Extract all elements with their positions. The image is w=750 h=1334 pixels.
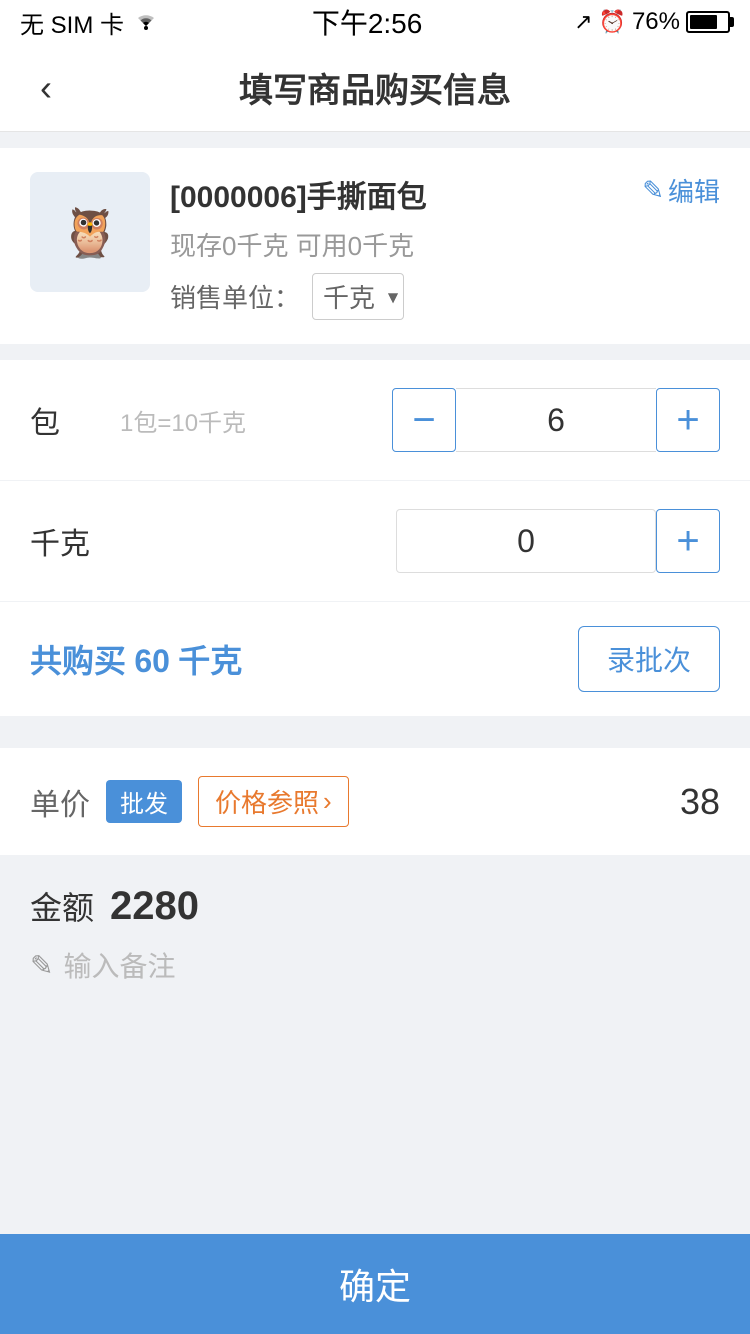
quantity-section: 包 1包=10千克 − + 千克 +: [0, 360, 750, 602]
remark-icon: ✎: [30, 949, 53, 982]
price-tag: 批发: [106, 780, 182, 823]
confirm-button[interactable]: 确定: [0, 1234, 750, 1334]
price-section: 单价 批发 价格参照 › 38: [0, 748, 750, 855]
separator-1: [0, 344, 750, 360]
price-label: 单价: [30, 780, 90, 824]
remark-row[interactable]: ✎ 输入备注: [30, 945, 720, 985]
product-stock: 现存0千克 可用0千克: [170, 226, 720, 263]
price-ref-label: 价格参照: [215, 783, 319, 820]
quantity-controls-kg: +: [396, 509, 720, 573]
quantity-row-kg: 千克 +: [0, 481, 750, 602]
total-text: 共购买 60 千克: [30, 636, 242, 682]
remark-placeholder: 输入备注: [63, 945, 175, 985]
amount-label: 金额: [30, 883, 94, 929]
batch-button[interactable]: 录批次: [578, 626, 720, 692]
price-row: 单价 批发 价格参照 › 38: [30, 776, 720, 827]
amount-value: 2280: [110, 884, 199, 929]
product-info: [0000006]手撕面包 ✎ 编辑 现存0千克 可用0千克 销售单位： 千克 …: [170, 172, 720, 320]
product-unit-row: 销售单位： 千克 ▾: [170, 273, 720, 320]
amount-row: 金额 2280: [30, 883, 720, 929]
quantity-hint-bao: 1包=10千克: [120, 403, 392, 438]
separator-2: [0, 716, 750, 732]
location-icon: ↗: [574, 9, 592, 35]
amount-section: 金额 2280 ✎ 输入备注: [0, 855, 750, 1005]
quantity-input-bao[interactable]: [456, 388, 656, 452]
status-carrier: 无 SIM 卡: [20, 5, 160, 40]
battery-percent: 76%: [632, 8, 680, 36]
quantity-label-kg: 千克: [30, 519, 110, 563]
status-time: 下午2:56: [312, 2, 423, 42]
edit-icon: ✎: [642, 175, 664, 206]
product-name: [0000006]手撕面包: [170, 172, 427, 216]
chevron-right-icon: ›: [323, 786, 332, 817]
status-bar: 无 SIM 卡 下午2:56 ↗ ⏰ 76%: [0, 0, 750, 44]
bottom-spacer: [0, 1005, 750, 1125]
total-unit: 千克: [178, 643, 242, 679]
edit-button[interactable]: ✎ 编辑: [642, 172, 720, 209]
quantity-controls-bao: − +: [392, 388, 720, 452]
quantity-row-bao: 包 1包=10千克 − +: [0, 360, 750, 481]
nav-bar: ‹ 填写商品购买信息: [0, 44, 750, 132]
product-logo: 🦉: [60, 204, 120, 261]
page-title: 填写商品购买信息: [239, 63, 511, 112]
status-icons: ↗ ⏰ 76%: [574, 8, 730, 36]
alarm-icon: ⏰: [599, 9, 626, 35]
carrier-text: 无 SIM 卡: [20, 5, 124, 40]
product-card: 🦉 [0000006]手撕面包 ✎ 编辑 现存0千克 可用0千克 销售单位： 千…: [0, 148, 750, 344]
total-amount: 60: [134, 643, 170, 679]
unit-label: 销售单位：: [170, 278, 300, 315]
battery-icon: [686, 11, 730, 33]
price-ref-button[interactable]: 价格参照 ›: [198, 776, 349, 827]
wifi-icon: [132, 8, 160, 37]
quantity-label-bao: 包: [30, 398, 110, 442]
product-image: 🦉: [30, 172, 150, 292]
price-value: 38: [680, 781, 720, 823]
quantity-input-kg[interactable]: [396, 509, 656, 573]
unit-selector[interactable]: 千克 ▾: [312, 273, 404, 320]
chevron-down-icon: ▾: [388, 284, 398, 309]
total-row: 共购买 60 千克 录批次: [0, 602, 750, 716]
plus-button-kg[interactable]: +: [656, 509, 720, 573]
minus-button-bao[interactable]: −: [392, 388, 456, 452]
plus-button-bao[interactable]: +: [656, 388, 720, 452]
back-button[interactable]: ‹: [30, 57, 62, 119]
